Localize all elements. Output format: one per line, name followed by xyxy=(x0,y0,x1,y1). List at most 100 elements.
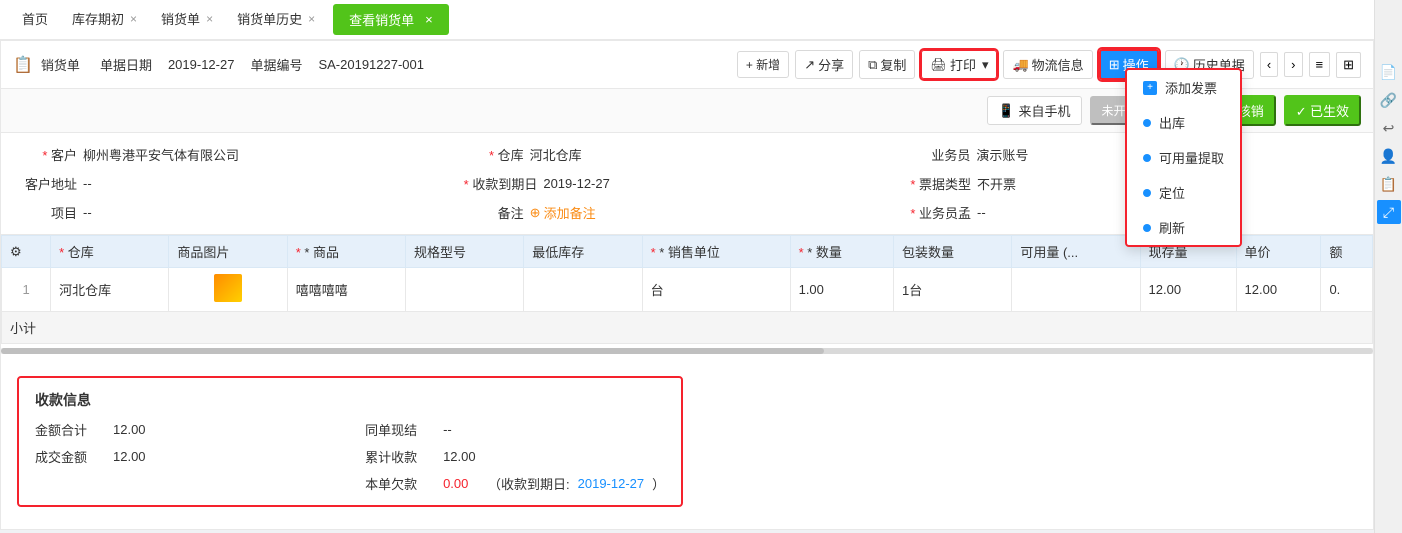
doc-type-icon: 📋 xyxy=(13,55,33,75)
dropdown-outbound[interactable]: 出库 xyxy=(1127,105,1240,140)
new-button[interactable]: + 新增 xyxy=(737,51,789,78)
tab-inventory-init[interactable]: 库存期初 × xyxy=(60,0,149,40)
col-pkg-qty: 包装数量 xyxy=(894,236,1012,268)
outbound-label: 出库 xyxy=(1159,113,1185,132)
print-button[interactable]: 🖨 打印 ▾ xyxy=(921,50,997,79)
nav-next-button[interactable]: › xyxy=(1284,52,1302,77)
warehouse-value: 河北仓库 xyxy=(530,145,582,164)
payment-date-row: 收款到期日 2019-12-27 xyxy=(464,174,911,193)
sidebar-clipboard-icon[interactable]: 📋 xyxy=(1377,172,1401,196)
tab-close-view-sales[interactable]: × xyxy=(425,12,433,27)
tab-close-sales[interactable]: × xyxy=(206,12,213,26)
project-value: -- xyxy=(83,205,92,220)
dropdown-refresh[interactable]: 刷新 xyxy=(1127,210,1240,245)
total-value: 12.00 xyxy=(113,422,146,437)
due-note-end: ） xyxy=(652,474,665,493)
product-image xyxy=(214,274,242,302)
ops-icon: ⊞ xyxy=(1109,57,1120,73)
doc-number-label: 单据编号 xyxy=(250,55,302,74)
logistics-button[interactable]: 🚚 物流信息 xyxy=(1003,50,1092,79)
sidebar-user-icon[interactable]: 👤 xyxy=(1377,144,1401,168)
row-min-stock xyxy=(524,268,642,312)
customer-value: 柳州粤港平安气体有限公司 xyxy=(83,145,239,164)
effective-button[interactable]: ✓ 已生效 xyxy=(1284,95,1361,126)
transaction-row: 成交金额 12.00 xyxy=(35,447,335,466)
col-spec: 规格型号 xyxy=(406,236,524,268)
tab-home[interactable]: 首页 xyxy=(10,0,60,40)
note-label: 备注 xyxy=(464,203,524,222)
row-sales-unit: 台 xyxy=(642,268,790,312)
locate-label: 定位 xyxy=(1159,183,1185,202)
col-min-stock: 最低库存 xyxy=(524,236,642,268)
doc-type-label: 销货单 xyxy=(41,55,80,74)
add-invoice-label: 添加发票 xyxy=(1165,78,1217,97)
payment-date-label: 收款到期日 xyxy=(464,174,538,193)
nav-prev-button[interactable]: ‹ xyxy=(1260,52,1278,77)
table-wrapper: ⚙ 仓库 商品图片 * 商品 规格型号 最低库存 * 销售单位 * 数量 包装数… xyxy=(1,234,1373,358)
staff2-label: 业务员孟 xyxy=(910,203,971,222)
staff-label: 业务员 xyxy=(910,145,970,164)
col-warehouse: 仓库 xyxy=(51,236,169,268)
sidebar-expand-icon[interactable]: ⤢ xyxy=(1377,200,1401,224)
phone-button[interactable]: 📱 来自手机 xyxy=(987,96,1081,125)
row-current-stock: 12.00 xyxy=(1140,268,1236,312)
col-gear[interactable]: ⚙ xyxy=(2,236,51,268)
subtotal-row: 小计 xyxy=(2,312,1373,344)
share-button[interactable]: ↗ 分享 xyxy=(795,50,853,79)
table-row: 1 河北仓库 嘻嘻嘻嘻 台 1.00 1台 12 xyxy=(2,268,1373,312)
due-date: 2019-12-27 xyxy=(578,476,645,491)
staff-value: 演示账号 xyxy=(976,145,1028,164)
project-row: 项目 -- xyxy=(17,203,464,222)
address-label: 客户地址 xyxy=(17,174,77,193)
transaction-label: 成交金额 xyxy=(35,447,105,466)
add-invoice-icon: + xyxy=(1143,81,1157,95)
customer-label: 客户 xyxy=(17,145,77,164)
refresh-dot-icon xyxy=(1143,224,1151,232)
items-table: ⚙ 仓库 商品图片 * 商品 规格型号 最低库存 * 销售单位 * 数量 包装数… xyxy=(1,235,1373,344)
add-note-button[interactable]: ⊕ 添加备注 xyxy=(530,203,596,222)
row-quantity: 1.00 xyxy=(790,268,893,312)
logistics-icon: 🚚 xyxy=(1012,57,1028,73)
tab-sales-history[interactable]: 销货单历史 × xyxy=(225,0,327,40)
col-amount: 额 xyxy=(1321,236,1373,268)
col-sales-unit: * 销售单位 xyxy=(642,236,790,268)
dropdown-locate[interactable]: 定位 xyxy=(1127,175,1240,210)
row-amount: 0. xyxy=(1321,268,1373,312)
payment-date-value: 2019-12-27 xyxy=(543,176,610,191)
view-grid-button[interactable]: ⊞ xyxy=(1336,52,1361,78)
row-product: 嘻嘻嘻嘻 xyxy=(287,268,405,312)
tab-bar: 首页 库存期初 × 销货单 × 销货单历史 × 查看销货单 × × xyxy=(0,0,1402,40)
warehouse-row: 仓库 河北仓库 xyxy=(464,145,911,164)
due-row: 本单欠款 0.00 （收款到期日: 2019-12-27 ） xyxy=(365,474,665,493)
due-note-text: （收款到期日: xyxy=(488,474,570,493)
due-value: 0.00 xyxy=(443,476,468,491)
ops-dropdown-menu: + 添加发票 出库 可用量提取 定位 刷新 xyxy=(1125,68,1242,247)
row-available xyxy=(1012,268,1140,312)
copy-button[interactable]: ⧉ 复制 xyxy=(859,50,915,79)
dropdown-available-qty[interactable]: 可用量提取 xyxy=(1127,140,1240,175)
sidebar-return-icon[interactable]: ↩ xyxy=(1377,116,1401,140)
share-icon: ↗ xyxy=(804,57,815,73)
horizontal-scrollbar[interactable] xyxy=(1,348,1373,354)
payment-title: 收款信息 xyxy=(35,390,665,410)
col-product-img: 商品图片 xyxy=(169,236,287,268)
col-unit-price: 单价 xyxy=(1236,236,1321,268)
refresh-label: 刷新 xyxy=(1159,218,1185,237)
tab-sales-order[interactable]: 销货单 × xyxy=(149,0,225,40)
tab-close-inventory[interactable]: × xyxy=(130,12,137,26)
phone-icon: 📱 xyxy=(998,103,1014,119)
same-order-label: 同单现结 xyxy=(365,420,435,439)
tab-close-history[interactable]: × xyxy=(308,12,315,26)
address-value: -- xyxy=(83,176,92,191)
tab-view-sales[interactable]: 查看销货单 × xyxy=(333,4,449,35)
sidebar-link-icon[interactable]: 🔗 xyxy=(1377,88,1401,112)
sidebar-doc-icon[interactable]: 📄 xyxy=(1377,60,1401,84)
row-warehouse: 河北仓库 xyxy=(51,268,169,312)
col-product: * 商品 xyxy=(287,236,405,268)
dropdown-add-invoice[interactable]: + 添加发票 xyxy=(1127,70,1240,105)
available-qty-dot-icon xyxy=(1143,154,1151,162)
outbound-dot-icon xyxy=(1143,119,1151,127)
view-list-button[interactable]: ≡ xyxy=(1309,52,1331,77)
cumulative-row: 累计收款 12.00 xyxy=(365,447,665,466)
cumulative-value: 12.00 xyxy=(443,449,476,464)
